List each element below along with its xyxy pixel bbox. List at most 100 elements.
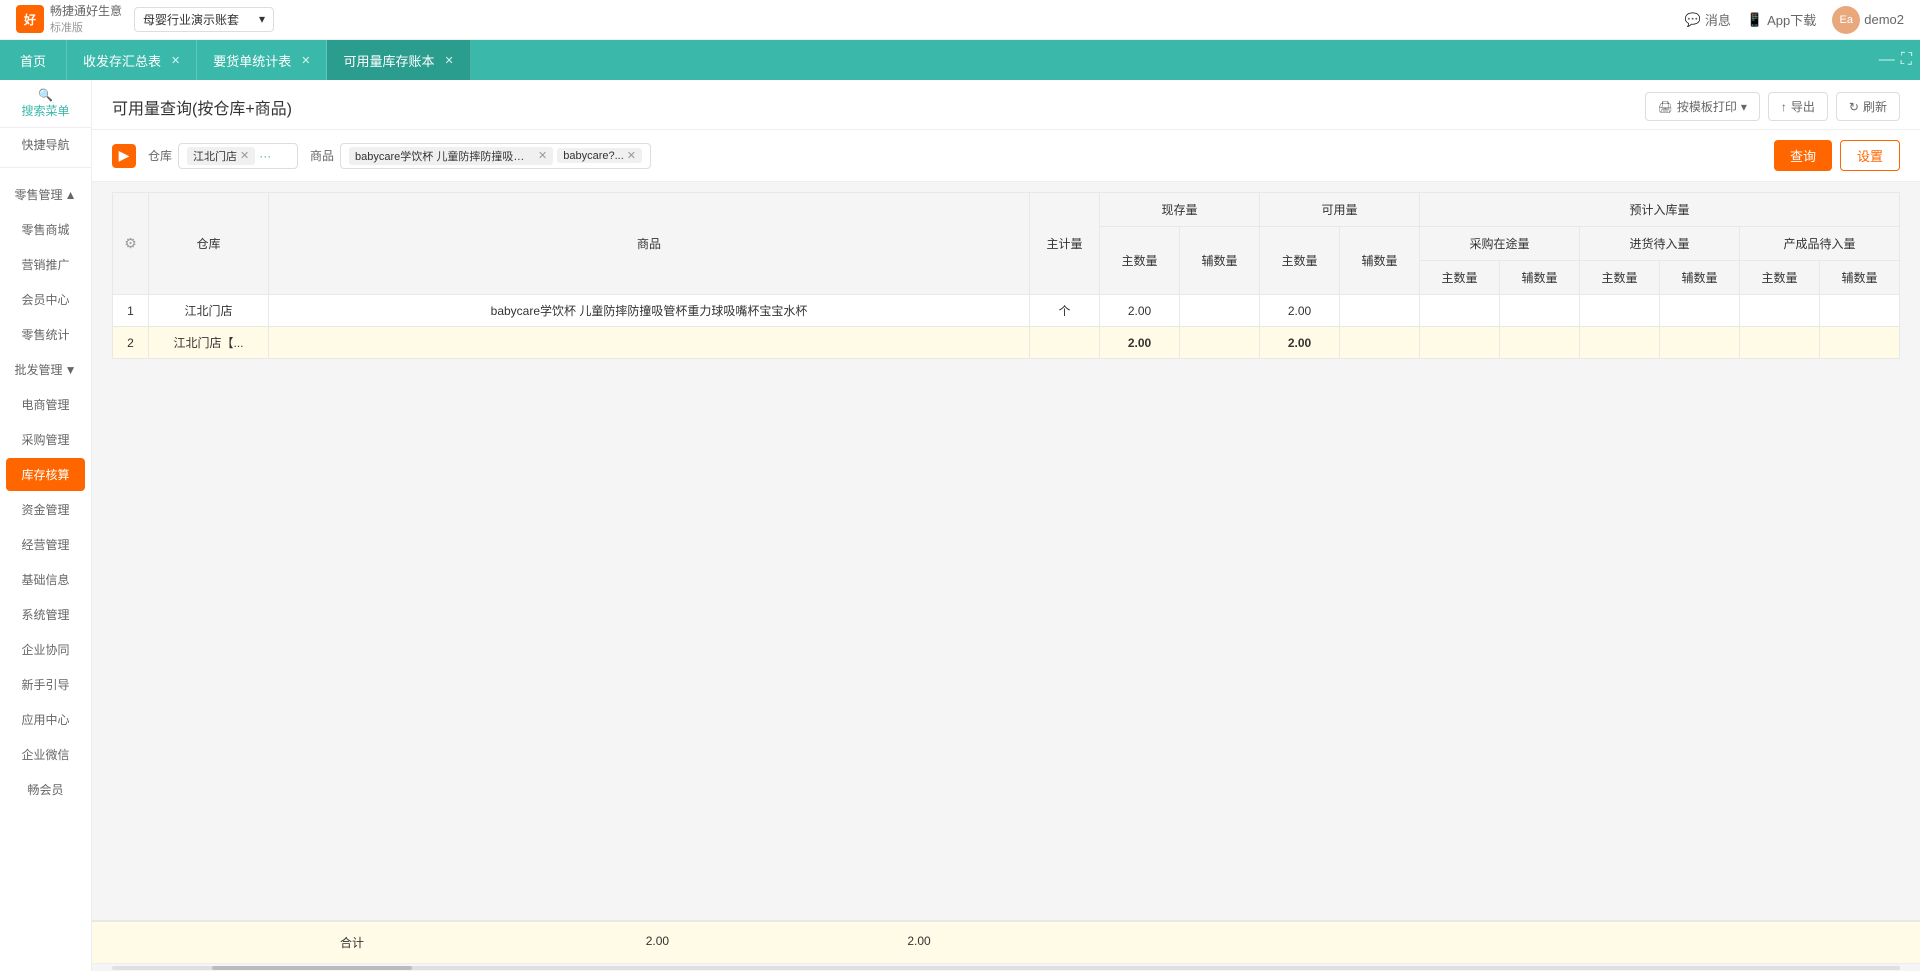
template-print-button[interactable]: 🖨 按模板打印 ▾ [1645, 92, 1760, 121]
sidebar-item-purchase[interactable]: 采购管理 [6, 423, 85, 456]
username: demo2 [1864, 12, 1904, 27]
tab-order-stats-close-icon[interactable]: ✕ [301, 54, 310, 67]
cell-goods-main-2 [1580, 327, 1660, 359]
tab-order-stats[interactable]: 要货单统计表 ✕ [197, 40, 327, 80]
sidebar-item-enterprise-label: 企业协同 [21, 643, 69, 657]
print-icon: 🖨 [1658, 100, 1673, 114]
message-label: 消息 [1705, 10, 1731, 29]
tab-available-stock-close-icon[interactable]: ✕ [445, 54, 454, 67]
sidebar-item-inventory[interactable]: 库存核算 [6, 458, 85, 491]
sidebar-item-basic[interactable]: 基础信息 [6, 563, 85, 596]
minimize-icon[interactable]: — [1879, 51, 1895, 69]
sidebar-item-app-center[interactable]: 应用中心 [6, 703, 85, 736]
sidebar-item-vip[interactable]: 畅会员 [6, 773, 85, 806]
th-purchase-transit: 采购在途量 [1420, 227, 1580, 261]
cell-no-1: 1 [113, 295, 149, 327]
product-tag-input[interactable]: babycare学饮杯 儿童防摔防撞吸管杯重力球吸嘴杯宝宝水杯 ✕ babyca… [340, 143, 651, 169]
sidebar-item-retail-stats-label: 零售统计 [21, 328, 69, 342]
tab-home[interactable]: 首页 [0, 40, 67, 80]
product-tag-2: babycare?... ✕ [557, 148, 642, 163]
sidebar-item-enterprise[interactable]: 企业协同 [6, 633, 85, 666]
settings-button[interactable]: 设置 [1840, 140, 1900, 171]
tenant-selector[interactable]: 母婴行业演示账套 ▾ [134, 7, 274, 32]
footer-available-main: 2.00 [854, 930, 985, 955]
maximize-icon[interactable]: ⛶ [1901, 51, 1912, 69]
product-tag-2-remove-icon[interactable]: ✕ [627, 149, 636, 162]
filter-actions: 查询 设置 [1774, 140, 1900, 171]
sidebar-item-quick-nav[interactable]: 快捷导航 [0, 128, 91, 161]
th-production-pending: 产成品待入量 [1740, 227, 1900, 261]
footer-purchase-main [1115, 930, 1246, 955]
tab-receive[interactable]: 收发存汇总表 ✕ [67, 40, 197, 80]
tab-receive-label: 收发存汇总表 [83, 51, 161, 70]
scrollbar-thumb[interactable] [212, 966, 412, 970]
tab-receive-close-icon[interactable]: ✕ [171, 54, 180, 67]
sidebar-item-marketing[interactable]: 营销推广 [6, 248, 85, 281]
sidebar-item-retail-mgmt[interactable]: 零售管理 ▲ [6, 178, 85, 211]
cell-current-main-2: 2.00 [1100, 327, 1180, 359]
product-tag-1-text: babycare学饮杯 儿童防摔防撞吸管杯重力球吸嘴杯宝宝水杯 [355, 148, 535, 164]
footer-label: 合计 [112, 930, 592, 955]
sidebar-item-business[interactable]: 经营管理 [6, 528, 85, 561]
product-tag-1: babycare学饮杯 儿童防摔防撞吸管杯重力球吸嘴杯宝宝水杯 ✕ [349, 147, 553, 165]
sidebar-item-system[interactable]: 系统管理 [6, 598, 85, 631]
window-controls: — ⛶ [1871, 40, 1920, 80]
warehouse-tag-remove-icon[interactable]: ✕ [240, 149, 249, 162]
sidebar-item-ecommerce[interactable]: 电商管理 [6, 388, 85, 421]
top-bar: 好 畅捷通好生意 标准版 母婴行业演示账套 ▾ 💬 消息 📱 App下载 Ea … [0, 0, 1920, 40]
sidebar-item-wecom[interactable]: 企业微信 [6, 738, 85, 771]
logo-sub: 标准版 [50, 19, 122, 35]
logo-area: 好 畅捷通好生意 标准版 [16, 4, 122, 34]
filter-toggle-button[interactable]: ▶ [112, 144, 136, 168]
settings-icon[interactable]: ⚙ [124, 235, 137, 251]
export-button[interactable]: ↑ 导出 [1768, 92, 1828, 121]
footer-prod-main [1638, 930, 1769, 955]
sidebar-item-finance[interactable]: 资金管理 [6, 493, 85, 526]
sidebar-item-retail-stats[interactable]: 零售统计 [6, 318, 85, 351]
table-body: 1 江北门店 babycare学饮杯 儿童防摔防撞吸管杯重力球吸嘴杯宝宝水杯 个… [113, 295, 1900, 359]
cell-available-aux-2 [1340, 327, 1420, 359]
warehouse-more-button[interactable]: ··· [259, 149, 271, 163]
product-label: 商品 [310, 147, 334, 164]
sidebar-item-wholesale[interactable]: 批发管理 ▼ [6, 353, 85, 386]
sidebar-item-retail-mall[interactable]: 零售商城 [6, 213, 85, 246]
top-bar-left: 好 畅捷通好生意 标准版 母婴行业演示账套 ▾ [16, 4, 274, 34]
sidebar-item-business-label: 经营管理 [21, 538, 69, 552]
cell-purchase-main-1 [1420, 295, 1500, 327]
sidebar-item-newbie[interactable]: 新手引导 [6, 668, 85, 701]
th-available-main: 主数量 [1260, 227, 1340, 295]
message-button[interactable]: 💬 消息 [1685, 10, 1731, 29]
footer-current-aux [723, 930, 854, 955]
cell-available-main-1: 2.00 [1260, 295, 1340, 327]
th-purchase-aux: 辅数量 [1500, 261, 1580, 295]
query-button[interactable]: 查询 [1774, 140, 1832, 171]
sidebar-search-button[interactable]: 🔍 搜索菜单 [0, 80, 91, 128]
cell-goods-main-1 [1580, 295, 1660, 327]
warehouse-label: 仓库 [148, 147, 172, 164]
warehouse-tag: 江北门店 ✕ [187, 147, 255, 165]
table-row: 1 江北门店 babycare学饮杯 儿童防摔防撞吸管杯重力球吸嘴杯宝宝水杯 个… [113, 295, 1900, 327]
app-download-button[interactable]: 📱 App下载 [1747, 10, 1816, 29]
cell-product-1: babycare学饮杯 儿童防摔防撞吸管杯重力球吸嘴杯宝宝水杯 [269, 295, 1030, 327]
cell-prod-main-2 [1740, 327, 1820, 359]
message-icon: 💬 [1685, 12, 1701, 28]
sidebar-item-retail-mgmt-label: 零售管理 [15, 186, 63, 203]
product-tag-1-remove-icon[interactable]: ✕ [538, 149, 547, 162]
refresh-button[interactable]: ↻ 刷新 [1836, 92, 1900, 121]
th-goods-pending: 进货待入量 [1580, 227, 1740, 261]
footer-available-aux [984, 930, 1115, 955]
avatar: Ea [1832, 6, 1860, 34]
sidebar-item-system-label: 系统管理 [21, 608, 69, 622]
sidebar-item-newbie-label: 新手引导 [21, 678, 69, 692]
warehouse-tag-input[interactable]: 江北门店 ✕ ··· [178, 143, 298, 169]
scrollbar-track[interactable] [112, 966, 1900, 970]
user-menu[interactable]: Ea demo2 [1832, 6, 1904, 34]
chevron-down-icon: ▾ [1741, 100, 1747, 114]
logo-text-area: 畅捷通好生意 标准版 [50, 4, 122, 34]
tab-available-stock[interactable]: 可用量库存账本 ✕ [327, 40, 470, 80]
chevron-icon: ▲ [65, 188, 77, 202]
th-available: 可用量 [1260, 193, 1420, 227]
th-settings[interactable]: ⚙ [113, 193, 149, 295]
sidebar-item-ecommerce-label: 电商管理 [21, 398, 69, 412]
sidebar-item-member[interactable]: 会员中心 [6, 283, 85, 316]
